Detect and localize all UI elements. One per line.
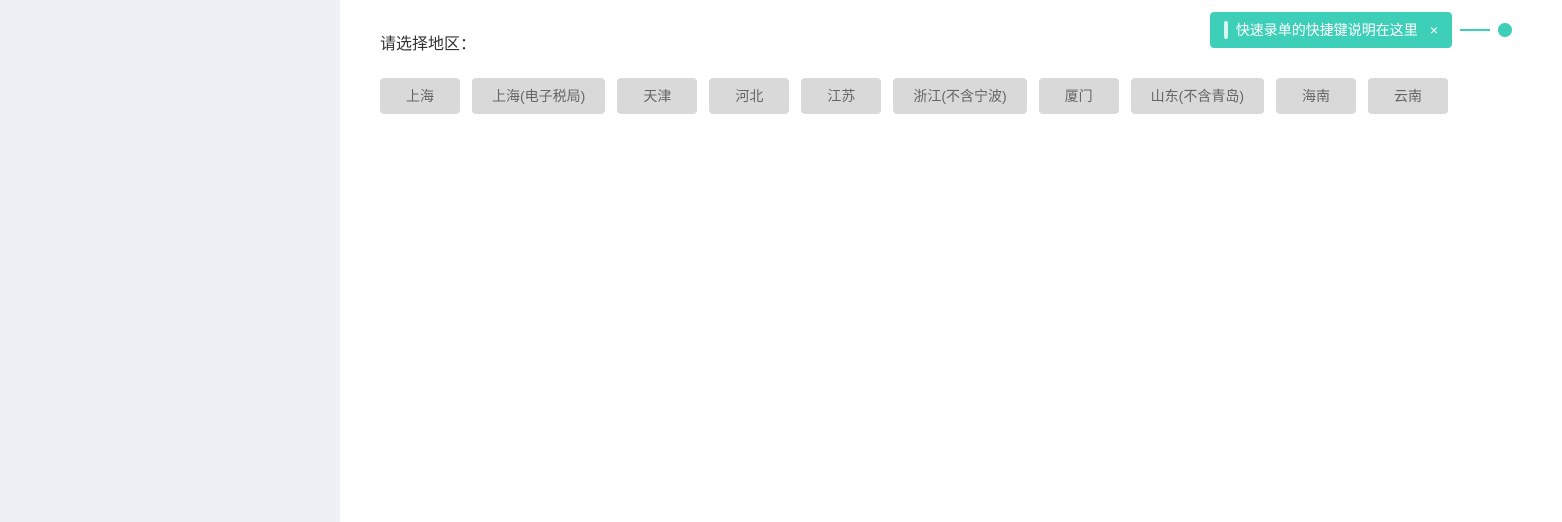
region-buttons-container: 上海上海(电子税局) 天津河北江苏浙江(不含宁波) 厦门山东(不含青岛) 海南云南 xyxy=(380,78,1522,114)
region-btn-tianjin[interactable]: 天津 xyxy=(617,78,697,114)
region-btn-shanghai-etax[interactable]: 上海(电子税局) xyxy=(472,78,605,114)
tooltip-dot xyxy=(1498,23,1512,37)
tooltip-box: 快速录单的快捷键说明在这里 × xyxy=(1210,12,1452,48)
region-btn-yunnan[interactable]: 云南 xyxy=(1368,78,1448,114)
tooltip-container: 快速录单的快捷键说明在这里 × xyxy=(1210,12,1512,48)
tooltip-line xyxy=(1460,29,1490,31)
region-btn-xiamen[interactable]: 厦门 xyxy=(1039,78,1119,114)
region-btn-zhejiang[interactable]: 浙江(不含宁波) xyxy=(893,78,1026,114)
main-content: 请选择地区： 上海上海(电子税局)天津河北江苏浙江(不含宁波)厦门山东(不含青岛… xyxy=(340,0,1562,522)
left-sidebar xyxy=(0,0,340,522)
region-btn-hainan[interactable]: 海南 xyxy=(1276,78,1356,114)
tooltip-bar-icon xyxy=(1224,21,1228,39)
region-btn-shandong[interactable]: 山东(不含青岛) xyxy=(1131,78,1264,114)
region-btn-hebei[interactable]: 河北 xyxy=(709,78,789,114)
region-btn-shanghai[interactable]: 上海 xyxy=(380,78,460,114)
tooltip-text: 快速录单的快捷键说明在这里 xyxy=(1236,20,1418,40)
region-btn-jiangsu[interactable]: 江苏 xyxy=(801,78,881,114)
tooltip-close-button[interactable]: × xyxy=(1430,22,1438,38)
